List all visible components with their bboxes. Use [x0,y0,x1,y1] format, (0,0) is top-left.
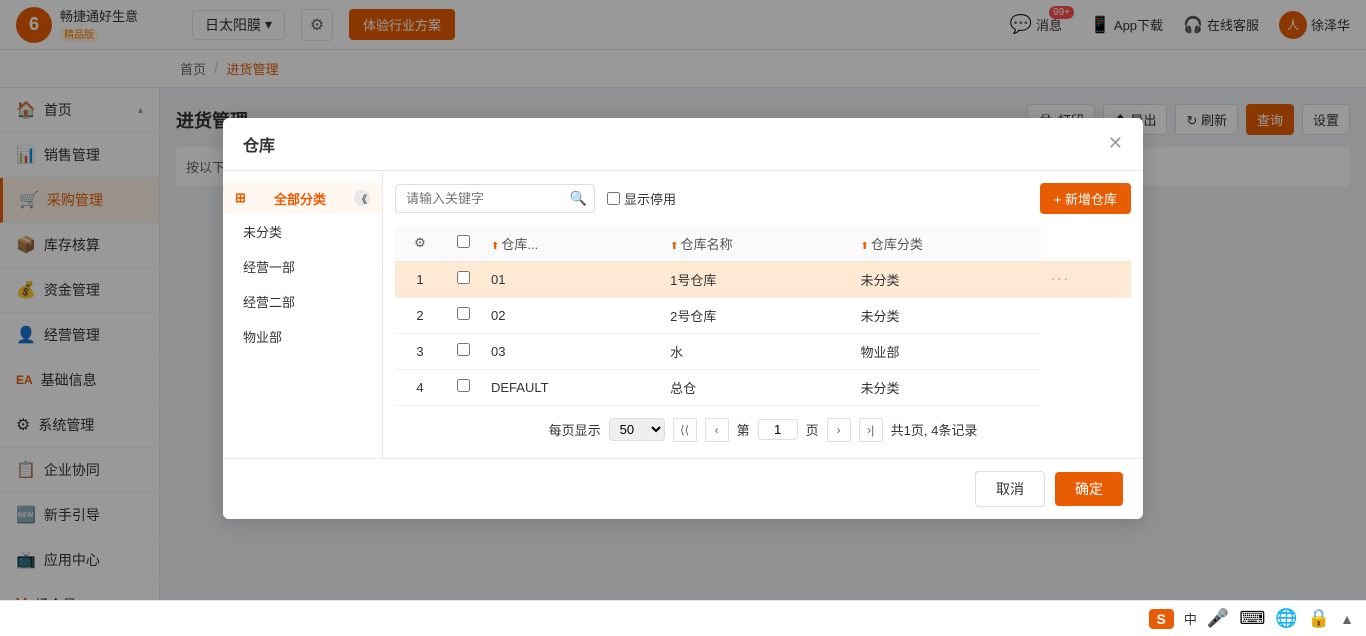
mic-icon[interactable]: 🎤 [1207,608,1229,629]
search-bar: 🔍 显示停用 + 新增仓库 [395,183,1131,214]
row-checkbox[interactable] [445,297,481,333]
row-category: 物业部 [851,333,1041,369]
modal-overlay: 仓库 ✕ ⊞ 全部分类 《 未分类 经营一部 经营二部 物业部 [0,0,1366,636]
dialog-footer: 取消 确定 [223,458,1143,519]
row-no: 01 [481,261,660,297]
search-icon[interactable]: 🔍 [570,190,587,207]
row-checkbox[interactable] [445,261,481,297]
category-item-dept1[interactable]: 经营一部 [223,249,382,284]
page-label: 第 [737,420,750,439]
row-gear-btn[interactable]: 1 [395,261,445,297]
col-check [445,226,481,262]
close-button[interactable]: ✕ [1108,133,1123,154]
category-item-dept2[interactable]: 经营二部 [223,284,382,319]
pagination: 每页显示 50 20 100 ⟨⟨ ‹ 第 页 › ›| 共1页, 4条记录 [395,406,1131,446]
row-no: 02 [481,297,660,333]
row-category: 未分类 [851,369,1041,405]
show-disabled-checkbox[interactable]: 显示停用 [607,189,676,208]
col-category: ⬆仓库分类 [851,226,1041,262]
col-gear: ⚙ [395,226,445,262]
content-panel: 🔍 显示停用 + 新增仓库 ⚙ [383,171,1143,458]
warehouse-dialog: 仓库 ✕ ⊞ 全部分类 《 未分类 经营一部 经营二部 物业部 [223,118,1143,519]
all-category-item[interactable]: ⊞ 全部分类 《 [223,183,382,214]
row-name: 总仓 [660,369,850,405]
grid-icon: ⊞ [235,190,246,206]
row-name: 1号仓库 [660,261,850,297]
category-item-unclassified[interactable]: 未分类 [223,214,382,249]
row-action[interactable]: ··· [1041,261,1131,297]
dialog-header: 仓库 ✕ [223,118,1143,171]
per-page-label: 每页显示 [549,420,601,439]
first-page-button[interactable]: ⟨⟨ [673,418,697,442]
confirm-button[interactable]: 确定 [1055,472,1123,506]
warehouse-table: ⚙ ⬆仓库... ⬆仓库名称 [395,226,1131,406]
row-name: 水 [660,333,850,369]
table-row[interactable]: 4 DEFAULT总仓未分类 [395,369,1131,405]
per-page-select[interactable]: 50 20 100 [609,418,665,441]
sort-cat-icon: ⬆ [861,241,869,252]
bottom-logo: S [1149,609,1174,629]
row-name: 2号仓库 [660,297,850,333]
dialog-body: ⊞ 全部分类 《 未分类 经营一部 经营二部 物业部 🔍 [223,171,1143,458]
row-category: 未分类 [851,261,1041,297]
row-checkbox[interactable] [445,333,481,369]
disabled-checkbox[interactable] [607,192,620,205]
sort-name-icon: ⬆ [670,241,678,252]
collapse-button[interactable]: 《 [354,190,370,206]
row-category: 未分类 [851,297,1041,333]
row-gear-btn[interactable]: 4 [395,369,445,405]
language-icon[interactable]: 🌐 [1275,608,1297,629]
table-row[interactable]: 3 03水物业部 [395,333,1131,369]
ime-label: 中 [1184,609,1197,628]
search-wrap: 🔍 [395,184,595,213]
prev-page-button[interactable]: ‹ [705,418,729,442]
keyboard-icon[interactable]: ⌨ [1239,608,1265,629]
select-all-checkbox[interactable] [457,235,470,248]
col-no: ⬆仓库... [481,226,660,262]
row-gear-btn[interactable]: 3 [395,333,445,369]
row-checkbox[interactable] [445,369,481,405]
page-input[interactable] [758,419,798,440]
col-name: ⬆仓库名称 [660,226,850,262]
total-text: 共1页, 4条记录 [891,420,978,439]
table-row[interactable]: 1 011号仓库未分类··· [395,261,1131,297]
search-input[interactable] [395,184,595,213]
lock-icon[interactable]: 🔒 [1308,608,1330,629]
add-warehouse-button[interactable]: + 新增仓库 [1040,183,1131,214]
page-suffix: 页 [806,420,819,439]
show-disabled-label: 显示停用 [624,189,676,208]
row-no: 03 [481,333,660,369]
arrow-up-icon[interactable]: ▲ [1340,611,1354,627]
sort-icon: ⬆ [491,241,499,252]
cancel-button[interactable]: 取消 [975,471,1045,507]
category-panel: ⊞ 全部分类 《 未分类 经营一部 经营二部 物业部 [223,171,383,458]
dialog-title: 仓库 [243,132,275,156]
row-no: DEFAULT [481,369,660,405]
category-item-property[interactable]: 物业部 [223,319,382,354]
last-page-button[interactable]: ›| [859,418,883,442]
table-row[interactable]: 2 022号仓库未分类 [395,297,1131,333]
row-gear-btn[interactable]: 2 [395,297,445,333]
next-page-button[interactable]: › [827,418,851,442]
all-category-label: 全部分类 [274,189,326,208]
bottom-bar: S 中 🎤 ⌨ 🌐 🔒 ▲ [0,600,1366,636]
